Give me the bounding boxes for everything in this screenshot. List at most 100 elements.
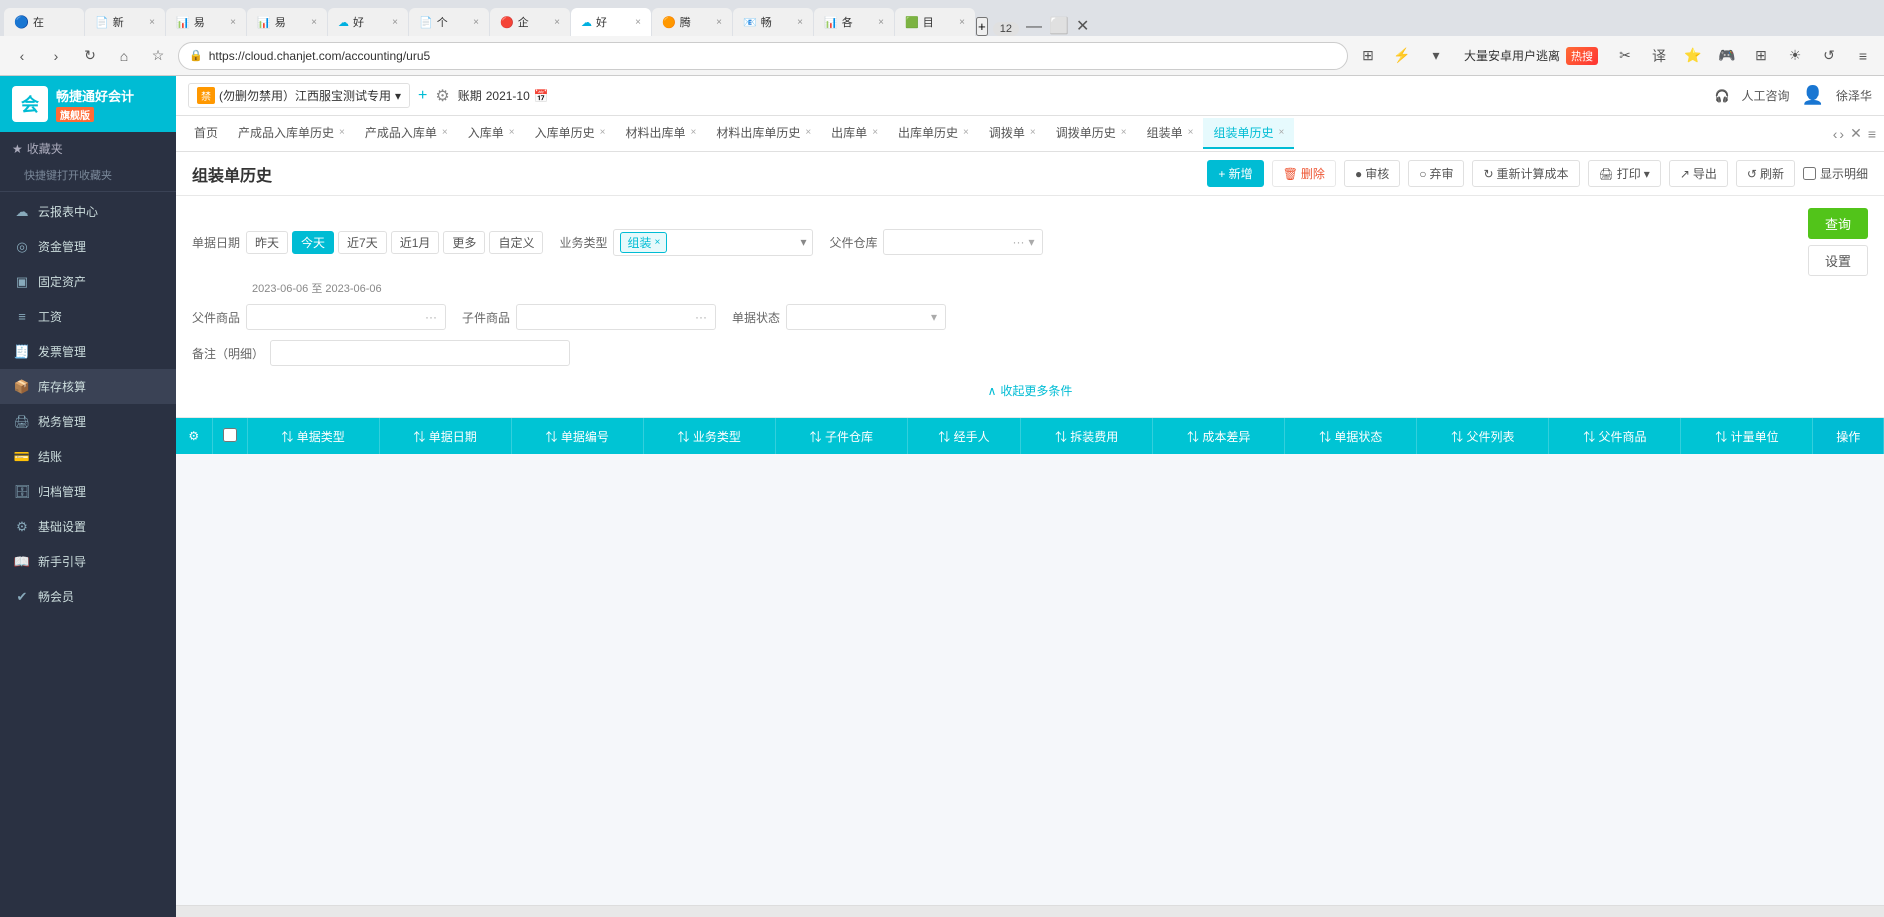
browser-tab-1[interactable]: 🔵 在	[4, 8, 84, 36]
address-bar[interactable]: 🔒 https://cloud.chanjet.com/accounting/u…	[178, 42, 1348, 70]
sidebar-item-inventory[interactable]: 📦 库存核算	[0, 369, 176, 404]
sidebar-item-salary[interactable]: ≡ 工资	[0, 299, 176, 334]
table-th-check[interactable]	[212, 418, 247, 454]
reload-button[interactable]: ↻	[76, 42, 104, 70]
table-th-parent-goods[interactable]: ⇅ 父件商品	[1549, 418, 1681, 454]
extensions-button[interactable]: ⊞	[1354, 42, 1382, 70]
browser-tab-5[interactable]: ☁ 好 ×	[328, 8, 408, 36]
settings-button[interactable]: ⚙	[435, 86, 449, 106]
close-button[interactable]: ✕	[1076, 16, 1089, 36]
horizontal-scrollbar[interactable]	[176, 905, 1884, 917]
browser-tab-6[interactable]: 📄 个 ×	[409, 8, 489, 36]
nav-tab-close-8[interactable]: ×	[963, 127, 969, 138]
tab-close-10[interactable]: ×	[797, 17, 803, 28]
star-icon[interactable]: ⭐	[1680, 43, 1706, 69]
child-goods-more-icon[interactable]: ···	[695, 310, 707, 324]
date-btn-today[interactable]: 今天	[292, 231, 334, 254]
sidebar-item-invoice[interactable]: 🧾 发票管理	[0, 334, 176, 369]
nav-tab-close-11[interactable]: ×	[1188, 127, 1194, 138]
nav-tab-material-out[interactable]: 材料出库单 ×	[615, 118, 706, 149]
select-all-checkbox[interactable]	[223, 428, 237, 442]
date-btn-more[interactable]: 更多	[443, 231, 485, 254]
nav-tab-material-out-history[interactable]: 材料出库单历史 ×	[706, 118, 821, 149]
browser-tab-8[interactable]: ☁ 好 ×	[571, 8, 651, 36]
sidebar-item-archive[interactable]: 🗄 归档管理	[0, 474, 176, 509]
parent-warehouse-more-icon[interactable]: ···	[1012, 235, 1024, 249]
nav-tab-close-10[interactable]: ×	[1121, 127, 1127, 138]
date-btn-1month[interactable]: 近1月	[391, 231, 440, 254]
table-th-bill-date[interactable]: ⇅ 单据日期	[379, 418, 511, 454]
lightning-button[interactable]: ⚡	[1388, 42, 1416, 70]
tab-close-5[interactable]: ×	[392, 17, 398, 28]
browser-tab-2[interactable]: 📄 新 ×	[85, 8, 165, 36]
abandon-button[interactable]: ○ 弃审	[1408, 160, 1464, 187]
tabs-prev-icon[interactable]: ‹	[1833, 126, 1838, 142]
nav-tab-home[interactable]: 首页	[184, 118, 228, 149]
tab-close-9[interactable]: ×	[716, 17, 722, 28]
sun-icon[interactable]: ☀	[1782, 43, 1808, 69]
filter-setting-button[interactable]: 设置	[1808, 245, 1868, 276]
user-avatar[interactable]: 👤	[1802, 85, 1824, 106]
tab-close-6[interactable]: ×	[473, 17, 479, 28]
minimize-button[interactable]: —	[1026, 18, 1042, 36]
table-th-disassembly-cost[interactable]: ⇅ 拆装费用	[1021, 418, 1153, 454]
nav-tab-close-7[interactable]: ×	[872, 127, 878, 138]
forward-button[interactable]: ›	[42, 42, 70, 70]
table-th-gear[interactable]: ⚙	[176, 418, 212, 454]
show-detail-input[interactable]	[1803, 167, 1816, 180]
browser-tab-3[interactable]: 📊 易 ×	[166, 8, 246, 36]
translate-icon[interactable]: 译	[1646, 43, 1672, 69]
tabs-next-icon[interactable]: ›	[1839, 126, 1844, 142]
table-th-handler[interactable]: ⇅ 经手人	[907, 418, 1020, 454]
tab-close-8[interactable]: ×	[635, 17, 641, 28]
browser-tab-7[interactable]: 🔴 企 ×	[490, 8, 570, 36]
bill-status-dropdown-icon[interactable]: ▾	[931, 310, 937, 324]
sidebar-item-guide[interactable]: 📖 新手引导	[0, 544, 176, 579]
nav-tab-close-4[interactable]: ×	[600, 127, 606, 138]
tab-close-4[interactable]: ×	[311, 17, 317, 28]
nav-tab-assembly[interactable]: 组装单 ×	[1137, 118, 1204, 149]
nav-tab-close-2[interactable]: ×	[442, 127, 448, 138]
undo-icon[interactable]: ↺	[1816, 43, 1842, 69]
table-th-bill-status[interactable]: ⇅ 单据状态	[1285, 418, 1417, 454]
nav-tab-finished[interactable]: 产成品入库单 ×	[355, 118, 458, 149]
tab-close-12[interactable]: ×	[959, 17, 965, 28]
tabs-close-all-icon[interactable]: ✕	[1850, 125, 1862, 142]
print-button[interactable]: 🖨 打印 ▾	[1588, 160, 1661, 187]
date-btn-yesterday[interactable]: 昨天	[246, 231, 288, 254]
table-th-cost-diff[interactable]: ⇅ 成本差异	[1153, 418, 1285, 454]
bookmark-button[interactable]: ☆	[144, 42, 172, 70]
table-th-bill-no[interactable]: ⇅ 单据编号	[511, 418, 643, 454]
tabs-menu-icon[interactable]: ≡	[1868, 126, 1876, 142]
tab-close-7[interactable]: ×	[554, 17, 560, 28]
date-btn-7days[interactable]: 近7天	[338, 231, 387, 254]
sidebar-item-member[interactable]: ✔ 畅会员	[0, 579, 176, 614]
headset-icon[interactable]: 🎧	[1715, 89, 1730, 103]
tab-close-11[interactable]: ×	[878, 17, 884, 28]
browser-tab-10[interactable]: 📧 畅 ×	[733, 8, 813, 36]
sidebar-item-fixed-assets[interactable]: ▣ 固定资产	[0, 264, 176, 299]
calendar-icon[interactable]: 📅	[534, 89, 549, 103]
table-th-bill-type[interactable]: ⇅ 单据类型	[247, 418, 379, 454]
nav-tab-close-12[interactable]: ×	[1278, 127, 1284, 138]
nav-tab-close-5[interactable]: ×	[690, 127, 696, 138]
maximize-button[interactable]: ⬜	[1049, 16, 1069, 36]
browser-tab-11[interactable]: 📊 各 ×	[814, 8, 894, 36]
nav-tab-transfer-history[interactable]: 调拨单历史 ×	[1046, 118, 1137, 149]
gear-icon[interactable]: ⚙	[188, 429, 199, 443]
nav-tab-inbound-history[interactable]: 入库单历史 ×	[525, 118, 616, 149]
show-detail-checkbox[interactable]: 显示明细	[1803, 165, 1868, 182]
date-btn-custom[interactable]: 自定义	[489, 231, 543, 254]
back-button[interactable]: ‹	[8, 42, 36, 70]
nav-tab-transfer[interactable]: 调拨单 ×	[979, 118, 1046, 149]
nav-tab-inbound[interactable]: 入库单 ×	[458, 118, 525, 149]
sidebar-item-fund[interactable]: ◎ 资金管理	[0, 229, 176, 264]
delete-button[interactable]: 🗑 删除	[1272, 160, 1336, 187]
notes-input[interactable]	[270, 340, 570, 366]
audit-button[interactable]: ● 审核	[1344, 160, 1400, 187]
favorites-item[interactable]: ★ 收藏夹	[0, 132, 176, 165]
table-th-biz-type[interactable]: ⇅ 业务类型	[643, 418, 775, 454]
table-th-unit[interactable]: ⇅ 计量单位	[1681, 418, 1813, 454]
nav-tab-assembly-history[interactable]: 组装单历史 ×	[1203, 118, 1294, 149]
parent-warehouse-dropdown-icon[interactable]: ▾	[1028, 235, 1034, 249]
